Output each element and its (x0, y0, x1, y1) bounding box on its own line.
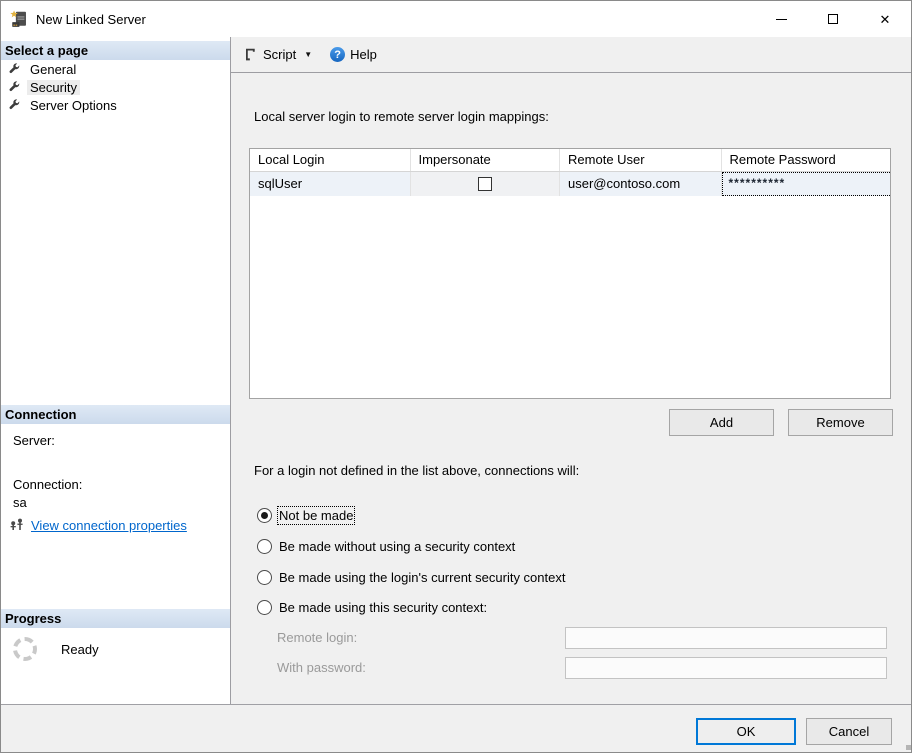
table-row: sqlUser user@contoso.com ********** (250, 172, 890, 196)
remote-login-label: Remote login: (277, 627, 357, 649)
progress-header: Progress (1, 609, 230, 628)
minimize-icon (776, 19, 787, 20)
option-label: Be made using the login's current securi… (279, 570, 565, 585)
window-controls: ✕ (755, 1, 911, 37)
option-label: Be made using this security context: (279, 600, 487, 615)
add-button[interactable]: Add (669, 409, 774, 436)
radio-icon[interactable] (257, 570, 272, 585)
login-mappings-grid[interactable]: Local Login Impersonate Remote User Remo… (249, 148, 891, 399)
ok-button[interactable]: OK (696, 718, 796, 745)
with-password-label: With password: (277, 657, 366, 679)
linked-server-icon (10, 10, 28, 28)
cancel-button[interactable]: Cancel (806, 718, 892, 745)
title-bar: New Linked Server ✕ (1, 1, 911, 37)
server-label: Server: (13, 433, 55, 448)
radio-icon[interactable] (257, 600, 272, 615)
script-dropdown-icon[interactable]: ▼ (304, 50, 312, 59)
sidebar-item-label: General (27, 62, 79, 77)
connection-value: sa (13, 495, 27, 510)
footer-bar: OK Cancel (1, 704, 912, 752)
option-label: Not be made (279, 508, 353, 523)
wrench-icon (8, 63, 21, 76)
help-label: Help (350, 47, 377, 62)
option-row-this-security-context[interactable]: Be made using this security context: (257, 600, 487, 615)
column-header-remote-password[interactable]: Remote Password (722, 149, 890, 171)
option-label: Be made without using a security context (279, 539, 515, 554)
connection-properties-row: View connection properties (9, 517, 187, 533)
cell-local-login[interactable]: sqlUser (250, 172, 411, 196)
new-linked-server-dialog: New Linked Server ✕ Select a page Genera… (0, 0, 912, 753)
sidebar-item-server-options[interactable]: Server Options (1, 96, 230, 114)
sidebar: Select a page General Security Server Op… (1, 37, 231, 706)
wrench-icon (8, 81, 21, 94)
cell-remote-password[interactable]: ********** (722, 172, 890, 196)
sidebar-item-label: Security (27, 80, 80, 95)
progress-spinner-icon (13, 637, 37, 661)
connection-header: Connection (1, 405, 230, 424)
option-row-without-security-context[interactable]: Be made without using a security context (257, 539, 515, 554)
toolbar: Script ▼ ? Help (231, 37, 911, 73)
script-label: Script (263, 47, 296, 62)
script-button[interactable]: Script ▼ (239, 44, 316, 65)
progress-status: Ready (61, 642, 99, 657)
cell-remote-user[interactable]: user@contoso.com (560, 172, 722, 196)
mappings-label: Local server login to remote server logi… (254, 109, 549, 124)
sidebar-item-security[interactable]: Security (1, 78, 230, 96)
minimize-button[interactable] (755, 1, 807, 37)
connection-label: Connection: (13, 477, 82, 492)
column-header-impersonate[interactable]: Impersonate (411, 149, 561, 171)
maximize-button[interactable] (807, 1, 859, 37)
connection-properties-icon (9, 517, 25, 533)
radio-icon[interactable] (257, 508, 272, 523)
main-panel: Script ▼ ? Help Local server login to re… (231, 37, 911, 706)
help-icon: ? (330, 47, 345, 62)
sidebar-item-label: Server Options (27, 98, 120, 113)
remote-login-field[interactable] (565, 627, 887, 649)
option-row-not-be-made[interactable]: Not be made (257, 508, 353, 523)
radio-icon[interactable] (257, 539, 272, 554)
close-button[interactable]: ✕ (859, 1, 911, 37)
maximize-icon (828, 14, 838, 24)
fallback-connections-label: For a login not defined in the list abov… (254, 463, 579, 478)
view-connection-properties-link[interactable]: View connection properties (31, 518, 187, 533)
impersonate-checkbox[interactable] (478, 177, 492, 191)
resize-grip[interactable] (906, 745, 911, 750)
close-icon: ✕ (880, 13, 891, 26)
grid-header-row: Local Login Impersonate Remote User Remo… (250, 149, 890, 172)
dialog-body: Select a page General Security Server Op… (1, 37, 911, 706)
column-header-remote-user[interactable]: Remote User (560, 149, 722, 171)
script-icon (243, 47, 258, 62)
page-list: General Security Server Options (1, 60, 230, 114)
cell-impersonate (411, 172, 561, 196)
security-page-content: Local server login to remote server logi… (231, 73, 911, 706)
progress-row: Ready (13, 637, 99, 661)
with-password-field[interactable] (565, 657, 887, 679)
help-button[interactable]: ? Help (316, 44, 381, 65)
remove-button[interactable]: Remove (788, 409, 893, 436)
column-header-local-login[interactable]: Local Login (250, 149, 411, 171)
sidebar-item-general[interactable]: General (1, 60, 230, 78)
option-row-current-security-context[interactable]: Be made using the login's current securi… (257, 570, 565, 585)
select-a-page-header: Select a page (1, 41, 230, 60)
wrench-icon (8, 99, 21, 112)
window-title: New Linked Server (36, 12, 146, 27)
